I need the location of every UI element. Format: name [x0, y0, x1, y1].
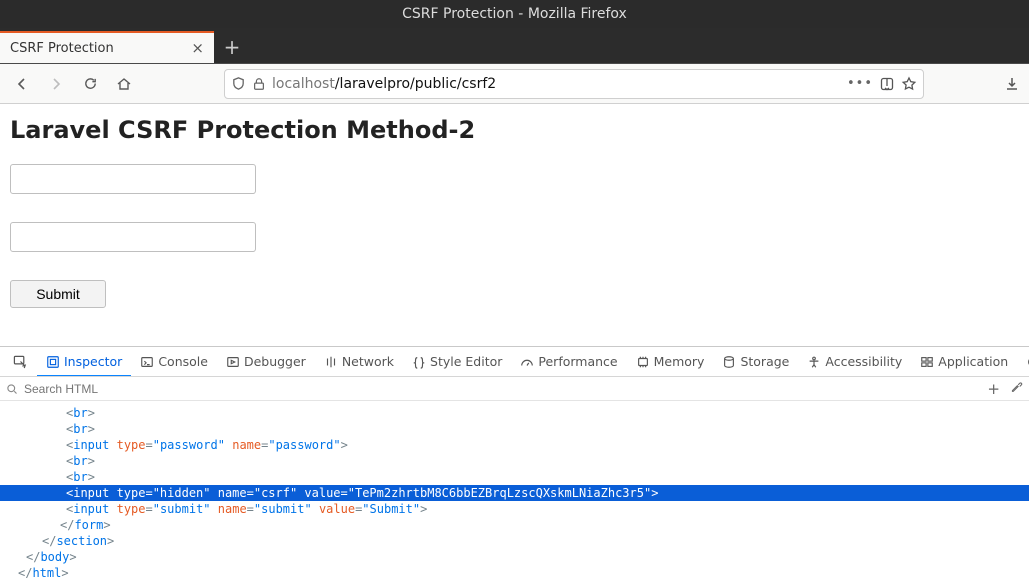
devtools-search-bar: + [0, 377, 1029, 401]
forward-button [42, 70, 70, 98]
devtools-pick-element[interactable] [4, 347, 37, 377]
devtools-panel: Inspector Console Debugger Network Style… [0, 346, 1029, 578]
devtools-tab-network[interactable]: Network [315, 347, 403, 377]
devtools-markup-view[interactable]: <br> <br> <input type="password" name="p… [0, 401, 1029, 578]
add-node-icon[interactable]: + [987, 380, 1000, 398]
downloads-icon[interactable] [1003, 75, 1021, 93]
nav-toolbar: localhost/laravelpro/public/csrf2 ••• [0, 64, 1029, 104]
tab-strip: CSRF Protection × + [0, 28, 1029, 64]
home-button[interactable] [110, 70, 138, 98]
devtools-tab-inspector[interactable]: Inspector [37, 347, 131, 377]
reader-icon[interactable] [879, 76, 895, 92]
search-icon [6, 383, 18, 395]
devtools-tab-performance[interactable]: Performance [511, 347, 626, 377]
page-heading: Laravel CSRF Protection Method-2 [10, 116, 1019, 144]
new-tab-button[interactable]: + [214, 31, 250, 63]
devtools-tab-debugger[interactable]: Debugger [217, 347, 315, 377]
bookmark-icon[interactable] [901, 76, 917, 92]
devtools-search-input[interactable] [24, 382, 981, 396]
devtools-tab-console[interactable]: Console [131, 347, 217, 377]
lock-icon[interactable] [252, 77, 266, 91]
devtools-tab-accessibility[interactable]: Accessibility [798, 347, 911, 377]
shield-icon[interactable] [231, 76, 246, 91]
back-button[interactable] [8, 70, 36, 98]
browser-tab[interactable]: CSRF Protection × [0, 31, 214, 63]
close-tab-icon[interactable]: × [191, 39, 204, 57]
devtools-tab-memory[interactable]: Memory [627, 347, 714, 377]
devtools-tab-styleeditor[interactable]: Style Editor [403, 347, 511, 377]
reload-button[interactable] [76, 70, 104, 98]
window-title: CSRF Protection - Mozilla Firefox [402, 6, 627, 22]
devtools-tab-application[interactable]: Application [911, 347, 1017, 377]
meatball-icon[interactable]: ••• [847, 76, 873, 91]
selected-dom-node[interactable]: <input type="hidden" name="csrf" value="… [0, 485, 1029, 501]
url-text: localhost/laravelpro/public/csrf2 [272, 76, 841, 92]
devtools-tabs: Inspector Console Debugger Network Style… [0, 347, 1029, 377]
toolbar-right [1003, 75, 1021, 93]
text-input[interactable] [10, 164, 256, 194]
devtools-tab-storage[interactable]: Storage [713, 347, 798, 377]
tab-title: CSRF Protection [10, 41, 114, 56]
window-titlebar: CSRF Protection - Mozilla Firefox [0, 0, 1029, 28]
page-content: Laravel CSRF Protection Method-2 Submit [0, 104, 1029, 328]
password-input[interactable] [10, 222, 256, 252]
submit-button[interactable]: Submit [10, 280, 106, 308]
url-bar[interactable]: localhost/laravelpro/public/csrf2 ••• [224, 69, 924, 99]
eyedropper-icon[interactable] [1010, 380, 1023, 398]
devtools-tab-more[interactable]: What's [1017, 347, 1029, 377]
